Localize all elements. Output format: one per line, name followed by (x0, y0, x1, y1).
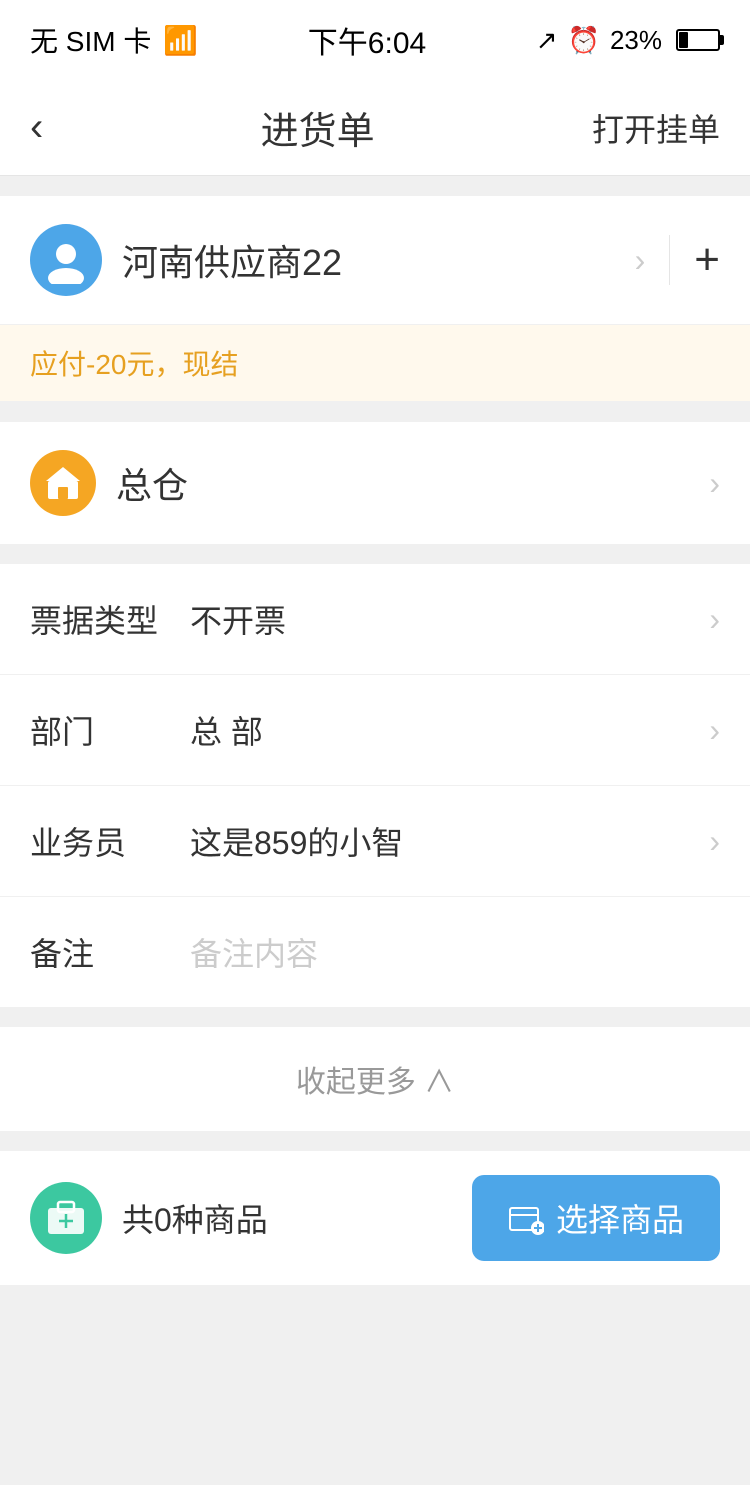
collapse-text: 收起更多 ∧ (296, 1057, 454, 1101)
warehouse-row[interactable]: 总仓 › (0, 422, 750, 544)
remark-placeholder: 备注内容 (190, 929, 720, 975)
warehouse-chevron-icon: › (709, 465, 720, 502)
section-divider-2 (0, 402, 750, 422)
supplier-name: 河南供应商22 (122, 234, 635, 286)
status-time: 下午6:04 (308, 18, 426, 62)
sales-rep-row[interactable]: 业务员 这是859的小智 › (0, 786, 750, 897)
page-background (0, 1285, 750, 1485)
add-supplier-button[interactable]: + (694, 235, 720, 285)
product-count-text: 共0种商品 (122, 1195, 472, 1241)
collapse-row[interactable]: 收起更多 ∧ (0, 1027, 750, 1131)
status-right: ↗ ⏰ 23% (536, 25, 720, 56)
alert-text: 应付-20元，现结 (30, 349, 238, 380)
alert-banner: 应付-20元，现结 (0, 325, 750, 402)
department-label: 部门 (30, 707, 190, 753)
supplier-avatar (30, 224, 102, 296)
vertical-divider (669, 235, 670, 285)
supplier-row[interactable]: 河南供应商22 › + (0, 196, 750, 325)
wifi-icon: 📶 (163, 24, 198, 57)
select-product-label: 选择商品 (556, 1195, 684, 1241)
product-bar: 共0种商品 选择商品 (0, 1151, 750, 1285)
department-chevron-icon: › (709, 712, 720, 749)
carrier-text: 无 SIM 卡 (30, 20, 151, 60)
battery-percent: 23% (610, 25, 662, 56)
open-pending-button[interactable]: 打开挂单 (592, 105, 720, 151)
sales-rep-value: 这是859的小智 (190, 818, 699, 864)
department-value: 总 部 (190, 707, 699, 753)
remark-label: 备注 (30, 929, 190, 975)
battery-icon (676, 29, 720, 51)
supplier-section: 河南供应商22 › + 应付-20元，现结 (0, 196, 750, 402)
warehouse-section: 总仓 › (0, 422, 750, 544)
product-icon (30, 1182, 102, 1254)
warehouse-icon (30, 450, 96, 516)
ticket-type-chevron-icon: › (709, 601, 720, 638)
alarm-icon: ⏰ (568, 25, 600, 56)
ticket-type-row[interactable]: 票据类型 不开票 › (0, 564, 750, 675)
department-row[interactable]: 部门 总 部 › (0, 675, 750, 786)
location-icon: ↗ (536, 25, 558, 56)
page-title: 进货单 (261, 100, 375, 155)
warehouse-name: 总仓 (116, 457, 709, 509)
sales-rep-label: 业务员 (30, 818, 190, 864)
sales-rep-chevron-icon: › (709, 823, 720, 860)
form-section: 票据类型 不开票 › 部门 总 部 › 业务员 这是859的小智 › 备注 备注… (0, 564, 750, 1007)
back-button[interactable]: ‹ (30, 105, 43, 150)
supplier-chevron-icon: › (635, 242, 646, 279)
status-left: 无 SIM 卡 📶 (30, 20, 198, 60)
section-divider-1 (0, 176, 750, 196)
ticket-type-value: 不开票 (190, 596, 699, 642)
remark-row[interactable]: 备注 备注内容 (0, 897, 750, 1007)
status-bar: 无 SIM 卡 📶 下午6:04 ↗ ⏰ 23% (0, 0, 750, 80)
ticket-type-label: 票据类型 (30, 596, 190, 642)
select-product-button[interactable]: 选择商品 (472, 1175, 720, 1261)
nav-bar: ‹ 进货单 打开挂单 (0, 80, 750, 176)
